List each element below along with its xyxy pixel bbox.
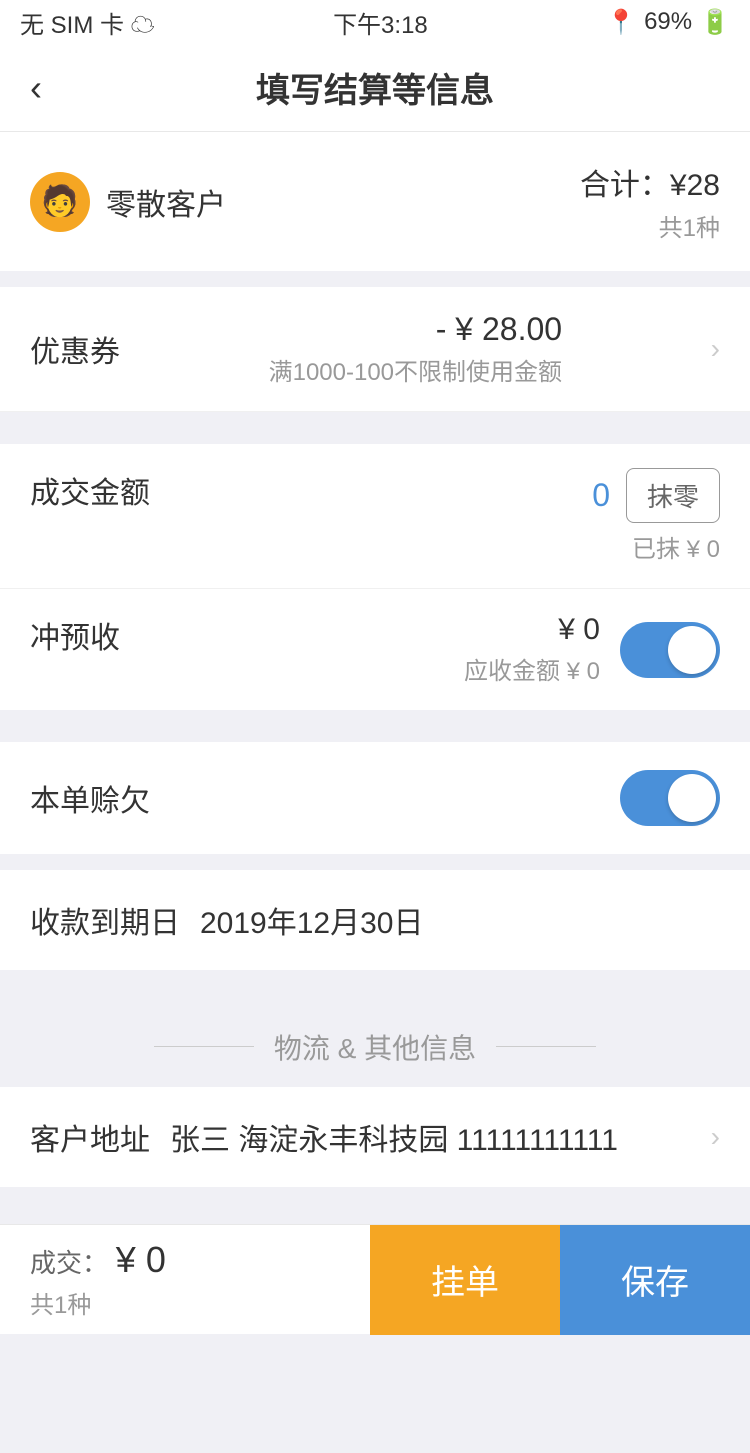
deal-amount-value[interactable]: 0 bbox=[570, 477, 610, 514]
back-button[interactable]: ‹ bbox=[30, 67, 90, 109]
address-value: 张三 海淀永丰科技园 11111111111 bbox=[170, 1115, 711, 1159]
address-row[interactable]: 客户地址 张三 海淀永丰科技园 11111111111 › bbox=[0, 1087, 750, 1187]
divider-1 bbox=[0, 428, 750, 444]
battery-indicator: 🔋 bbox=[700, 8, 730, 37]
divider-3 bbox=[0, 986, 750, 1002]
coupon-desc: 满1000-100不限制使用金额 bbox=[269, 352, 562, 387]
avatar: 🧑 bbox=[30, 172, 90, 232]
logistics-title: 物流 & 其他信息 bbox=[154, 1027, 596, 1067]
status-bar: 无 SIM 卡 ☁ 下午3:18 📍 69% 🔋 bbox=[0, 0, 750, 44]
status-bar-right: 📍 69% 🔋 bbox=[606, 8, 730, 37]
precharge-right: ¥ 0 应收金额 ¥ 0 bbox=[464, 613, 720, 686]
coupon-row[interactable]: 优惠券 - ¥ 28.00 满1000-100不限制使用金额 › bbox=[0, 287, 750, 412]
round-zero-button[interactable]: 抹零 bbox=[626, 468, 720, 523]
logistics-header: 物流 & 其他信息 bbox=[0, 1002, 750, 1087]
debt-section: 本单赊欠 bbox=[0, 742, 750, 854]
coupon-right: - ¥ 28.00 满1000-100不限制使用金额 bbox=[269, 311, 562, 387]
status-bar-time: 下午3:18 bbox=[333, 5, 428, 40]
bottom-deal-line: 成交： ¥ 0 bbox=[30, 1239, 340, 1281]
precharge-value: ¥ 0 bbox=[464, 613, 600, 647]
precharge-row: 冲预收 ¥ 0 应收金额 ¥ 0 bbox=[0, 589, 750, 710]
precharge-toggle[interactable] bbox=[620, 622, 720, 678]
battery-label: 69% bbox=[644, 8, 692, 36]
hold-button[interactable]: 挂单 bbox=[370, 1225, 560, 1335]
duedate-value: 2019年12月30日 bbox=[200, 898, 423, 942]
page-title: 填写结算等信息 bbox=[256, 63, 494, 112]
debt-label: 本单赊欠 bbox=[30, 776, 150, 820]
coupon-value: - ¥ 28.00 bbox=[269, 311, 562, 348]
customer-section: 🧑 零散客户 合计：¥28 共1种 bbox=[0, 132, 750, 271]
deal-amount-sub: 已抹 ¥ 0 bbox=[570, 529, 720, 564]
deal-amount-label: 成交金额 bbox=[30, 468, 150, 512]
sim-label: 无 SIM 卡 ☁ bbox=[20, 5, 155, 40]
bottom-info: 成交： ¥ 0 共1种 bbox=[0, 1239, 370, 1320]
chevron-right-icon: › bbox=[711, 333, 720, 365]
address-section: 客户地址 张三 海淀永丰科技园 11111111111 › bbox=[0, 1087, 750, 1187]
debt-toggle[interactable] bbox=[620, 770, 720, 826]
bottom-bar: 成交： ¥ 0 共1种 挂单 保存 bbox=[0, 1224, 750, 1334]
address-label: 客户地址 bbox=[30, 1115, 150, 1159]
bottom-deal-label: 成交： bbox=[30, 1248, 108, 1278]
bottom-count: 共1种 bbox=[30, 1285, 340, 1320]
battery-icon: 📍 bbox=[606, 8, 636, 37]
duedate-section: 收款到期日 2019年12月30日 bbox=[0, 870, 750, 970]
coupon-section: 优惠券 - ¥ 28.00 满1000-100不限制使用金额 › bbox=[0, 287, 750, 412]
status-bar-left: 无 SIM 卡 ☁ bbox=[20, 5, 155, 40]
amount-input-wrap: 0 抹零 bbox=[570, 468, 720, 523]
deal-amount-row: 成交金额 0 抹零 已抹 ¥ 0 bbox=[0, 444, 750, 589]
save-button[interactable]: 保存 bbox=[560, 1225, 750, 1335]
duedate-row[interactable]: 收款到期日 2019年12月30日 bbox=[0, 870, 750, 970]
precharge-sub: 应收金额 ¥ 0 bbox=[464, 651, 600, 686]
customer-count: 共1种 bbox=[580, 208, 720, 243]
avatar-icon: 🧑 bbox=[41, 184, 78, 219]
divider-2 bbox=[0, 726, 750, 742]
customer-name: 零散客户 bbox=[106, 180, 226, 224]
coupon-label: 优惠券 bbox=[30, 327, 120, 371]
precharge-label: 冲预收 bbox=[30, 613, 120, 657]
deal-amount-section: 成交金额 0 抹零 已抹 ¥ 0 冲预收 ¥ 0 应收金额 ¥ 0 bbox=[0, 444, 750, 710]
nav-bar: ‹ 填写结算等信息 bbox=[0, 44, 750, 132]
customer-left: 🧑 零散客户 bbox=[30, 172, 226, 232]
customer-total: 合计：¥28 bbox=[580, 160, 720, 204]
duedate-label: 收款到期日 bbox=[30, 898, 180, 942]
bottom-amount: ¥ 0 bbox=[116, 1239, 166, 1280]
address-chevron-icon: › bbox=[711, 1121, 720, 1153]
customer-right: 合计：¥28 共1种 bbox=[580, 160, 720, 243]
precharge-info: ¥ 0 应收金额 ¥ 0 bbox=[464, 613, 600, 686]
